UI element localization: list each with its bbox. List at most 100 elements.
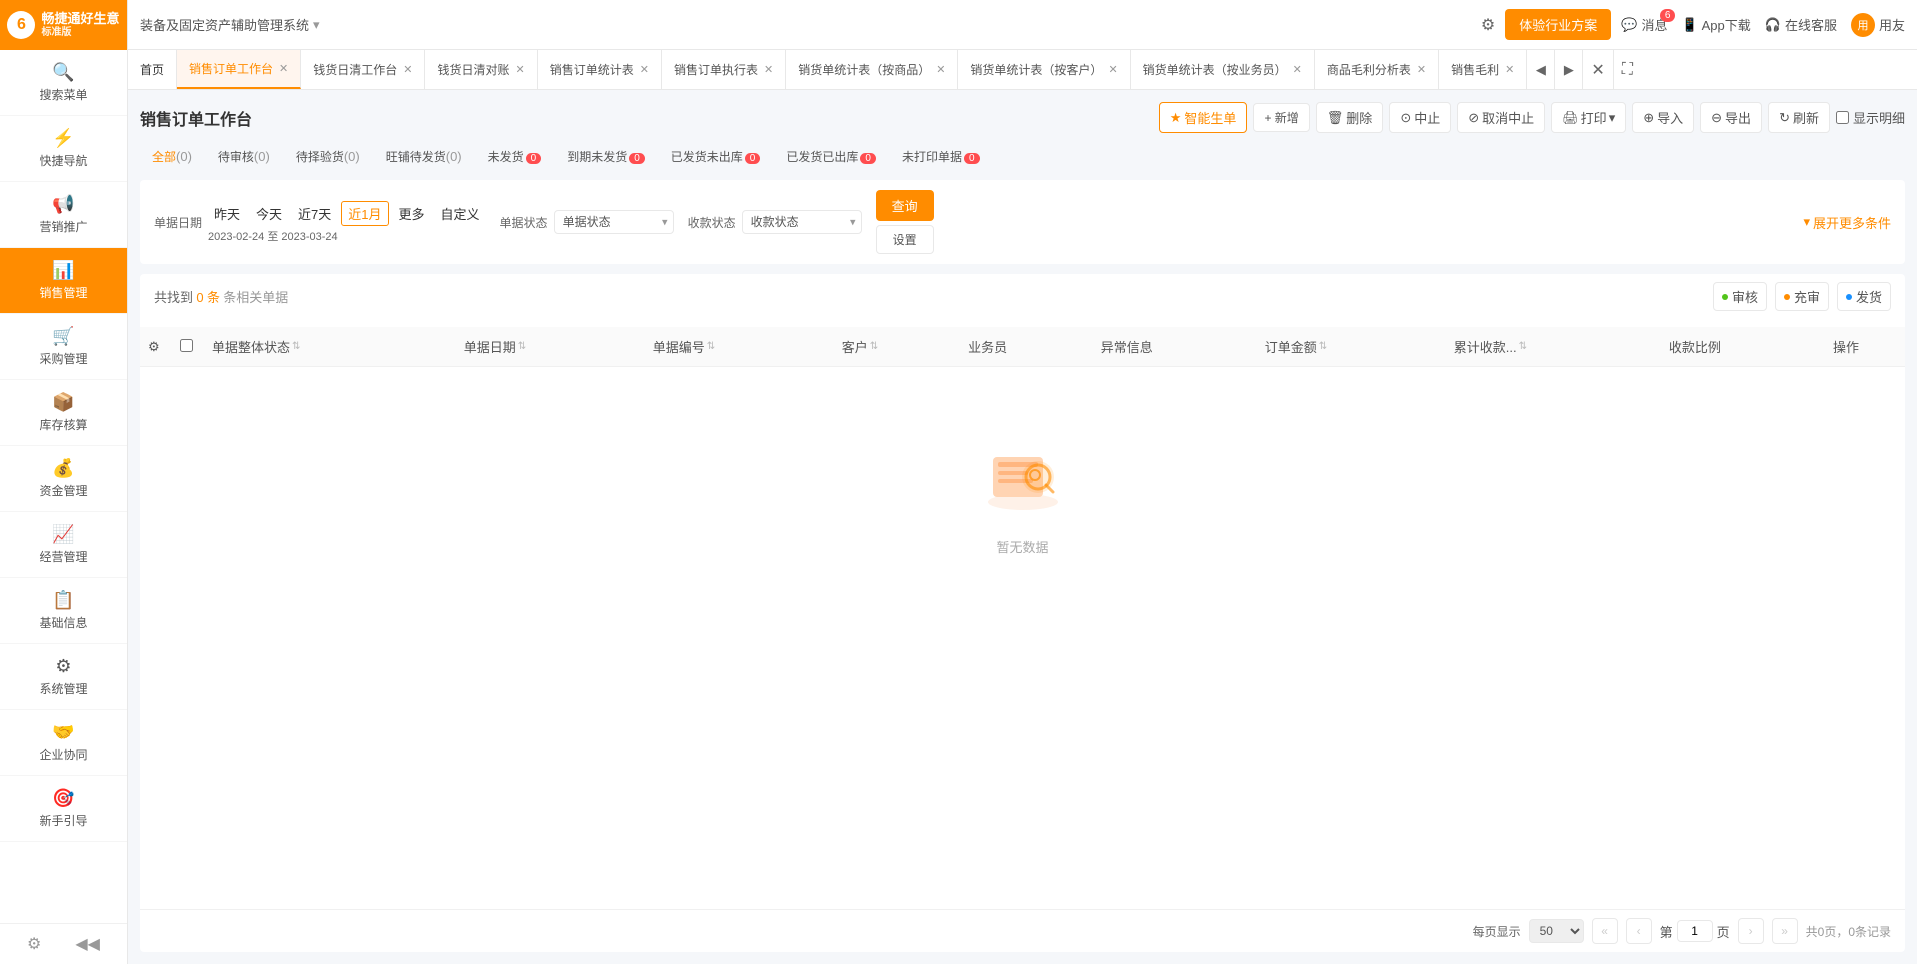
sidebar-settings-btn[interactable]: ⚙ [27,934,41,954]
online-service-btn[interactable]: 🎧 在线客服 [1765,15,1837,34]
marketing-icon: 📢 [52,194,74,215]
date-option-custom[interactable]: 自定义 [435,202,486,225]
smart-create-button[interactable]: ★ 智能生单 [1159,102,1248,133]
table-footer: 每页显示 50 10 20 100 « ‹ 第 页 › » 共0页，0条记录 [140,909,1905,952]
sort-icon-customer[interactable]: ⇅ [870,341,878,352]
tab-cashflow-daily[interactable]: 钱货日清工作台 ✕ [301,50,425,89]
sort-icon-number[interactable]: ⇅ [707,341,715,352]
tab-cashflow-reconciliation[interactable]: 钱货日清对账 ✕ [425,50,537,89]
tab-goods-stats-customer[interactable]: 销货单统计表（按客户） ✕ [958,50,1130,89]
settings-icon[interactable]: ⚙ [148,339,160,354]
export-button[interactable]: ⊖ 导出 [1700,102,1762,133]
sort-icon-cumulative[interactable]: ⇅ [1519,341,1527,352]
tab-close-reconciliation[interactable]: ✕ [516,63,525,76]
prev-page-btn[interactable]: ‹ [1626,918,1652,944]
sidebar-item-system[interactable]: ⚙ 系统管理 [0,644,127,710]
tab-close-sales-margin[interactable]: ✕ [1505,63,1514,76]
suspend-button[interactable]: ⊙ 中止 [1389,102,1451,133]
date-option-yesterday[interactable]: 昨天 [208,202,246,225]
payment-select[interactable]: 收款状态 [742,210,862,234]
tab-close-cashflow[interactable]: ✕ [403,63,412,76]
tab-goods-stats-product[interactable]: 销货单统计表（按商品） ✕ [786,50,958,89]
tab-sales-execution[interactable]: 销售订单执行表 ✕ [662,50,786,89]
sidebar-item-marketing[interactable]: 📢 营销推广 [0,182,127,248]
sidebar-item-purchase[interactable]: 🛒 采购管理 [0,314,127,380]
sidebar-item-finance[interactable]: 💰 资金管理 [0,446,127,512]
sub-tab-overdue-unshipped[interactable]: 到期未发货0 [555,143,657,170]
tab-prev-btn[interactable]: ◀ [1527,50,1555,89]
sub-tab-unshipped[interactable]: 未发货0 [476,143,554,170]
last-page-btn[interactable]: » [1772,918,1798,944]
count-bar: 共找到 0 条 条相关单据 审核 充审 发货 [140,274,1905,319]
cancel-suspend-button[interactable]: ⊘ 取消中止 [1457,102,1545,133]
table-scroll[interactable]: ⚙ 单据整体状态 ⇅ [140,327,1905,909]
tab-home[interactable]: 首页 [128,50,177,89]
sidebar-item-newbie[interactable]: 🎯 新手引导 [0,776,127,842]
tab-close-all-btn[interactable]: ✕ [1583,50,1613,89]
date-option-more[interactable]: 更多 [393,202,431,225]
select-all-checkbox[interactable] [180,339,193,352]
tab-close-stats[interactable]: ✕ [640,63,649,76]
sub-tab-all[interactable]: 全部(0) [140,143,204,170]
date-option-1month[interactable]: 近1月 [341,201,388,226]
sidebar-item-enterprise[interactable]: 🤝 企业协同 [0,710,127,776]
tab-next-btn[interactable]: ▶ [1555,50,1583,89]
tab-sales-stats[interactable]: 销售订单统计表 ✕ [538,50,662,89]
show-detail-checkbox-label[interactable]: 显示明细 [1836,108,1905,127]
sidebar-item-basics[interactable]: 📋 基础信息 [0,578,127,644]
sort-icon-amount[interactable]: ⇅ [1319,341,1327,352]
query-button[interactable]: 查询 [876,190,934,221]
first-page-btn[interactable]: « [1592,918,1618,944]
sales-icon: 📊 [52,260,74,281]
tab-maximize-btn[interactable]: ⛶ [1614,50,1641,89]
review-action-btn[interactable]: 审核 [1713,282,1767,311]
tab-close-goods-salesperson[interactable]: ✕ [1293,63,1302,76]
sidebar-item-quick-nav[interactable]: ⚡ 快捷导航 [0,116,127,182]
sidebar-item-inventory[interactable]: 📦 库存核算 [0,380,127,446]
sub-tab-wangpu-pending[interactable]: 旺铺待发货(0) [374,143,474,170]
industry-solution-button[interactable]: 体验行业方案 [1505,9,1611,40]
tab-sales-order-workbench[interactable]: 销售订单工作台 ✕ [177,50,301,89]
sub-tab-pending-inspect[interactable]: 待择验货(0) [284,143,372,170]
tab-goods-stats-salesperson[interactable]: 销货单统计表（按业务员） ✕ [1131,50,1315,89]
tab-close-sales-order[interactable]: ✕ [279,62,288,75]
print-button[interactable]: 🖨 打印 ▾ [1551,102,1626,133]
sidebar-label-enterprise: 企业协同 [39,746,87,763]
sidebar-collapse-btn[interactable]: ◀◀ [75,934,100,954]
sub-tab-shipped-out[interactable]: 已发货已出库0 [774,143,888,170]
refresh-button[interactable]: ↻ 刷新 [1768,102,1830,133]
tab-sales-margin[interactable]: 销售毛利 ✕ [1439,50,1527,89]
page-input[interactable] [1677,920,1713,942]
tab-margin-analysis[interactable]: 商品毛利分析表 ✕ [1315,50,1439,89]
show-detail-checkbox[interactable] [1836,111,1849,124]
sort-icon-status[interactable]: ⇅ [292,341,300,352]
expand-filter-btn[interactable]: ▾ 展开更多条件 [1803,213,1891,232]
delete-button[interactable]: 🗑 删除 [1316,102,1384,133]
unreview-action-btn[interactable]: 充审 [1775,282,1829,311]
sub-tab-pending-review[interactable]: 待审核(0) [206,143,282,170]
sidebar-item-operations[interactable]: 📈 经营管理 [0,512,127,578]
import-button[interactable]: ⊕ 导入 [1632,102,1694,133]
sidebar-item-sales[interactable]: 📊 销售管理 [0,248,127,314]
next-page-btn[interactable]: › [1738,918,1764,944]
messages-btn[interactable]: 💬 消息 6 [1621,15,1667,34]
date-option-7days[interactable]: 近7天 [292,202,337,225]
ship-action-btn[interactable]: 发货 [1837,282,1891,311]
per-page-select[interactable]: 50 10 20 100 [1529,919,1584,943]
user-menu[interactable]: 用 用友 [1851,13,1905,37]
tab-close-margin[interactable]: ✕ [1417,63,1426,76]
tab-close-goods-customer[interactable]: ✕ [1108,63,1117,76]
date-option-today[interactable]: 今天 [250,202,288,225]
tab-close-execution[interactable]: ✕ [764,63,773,76]
sort-icon-date[interactable]: ⇅ [518,341,526,352]
tab-close-goods-product[interactable]: ✕ [936,63,945,76]
topbar-settings-icon[interactable]: ⚙ [1481,15,1495,35]
sub-tab-shipped-not-out[interactable]: 已发货未出库0 [659,143,773,170]
add-button[interactable]: + 新增 [1253,103,1309,132]
sidebar-item-search[interactable]: 🔍 搜索菜单 [0,50,127,116]
status-select[interactable]: 单据状态 [554,210,674,234]
app-download-btn[interactable]: 📱 App下载 [1681,15,1750,34]
sub-tab-unprinted[interactable]: 未打印单据0 [890,143,992,170]
sidebar-footer: ⚙ ◀◀ [0,923,127,964]
filter-settings-button[interactable]: 设置 [876,225,934,254]
